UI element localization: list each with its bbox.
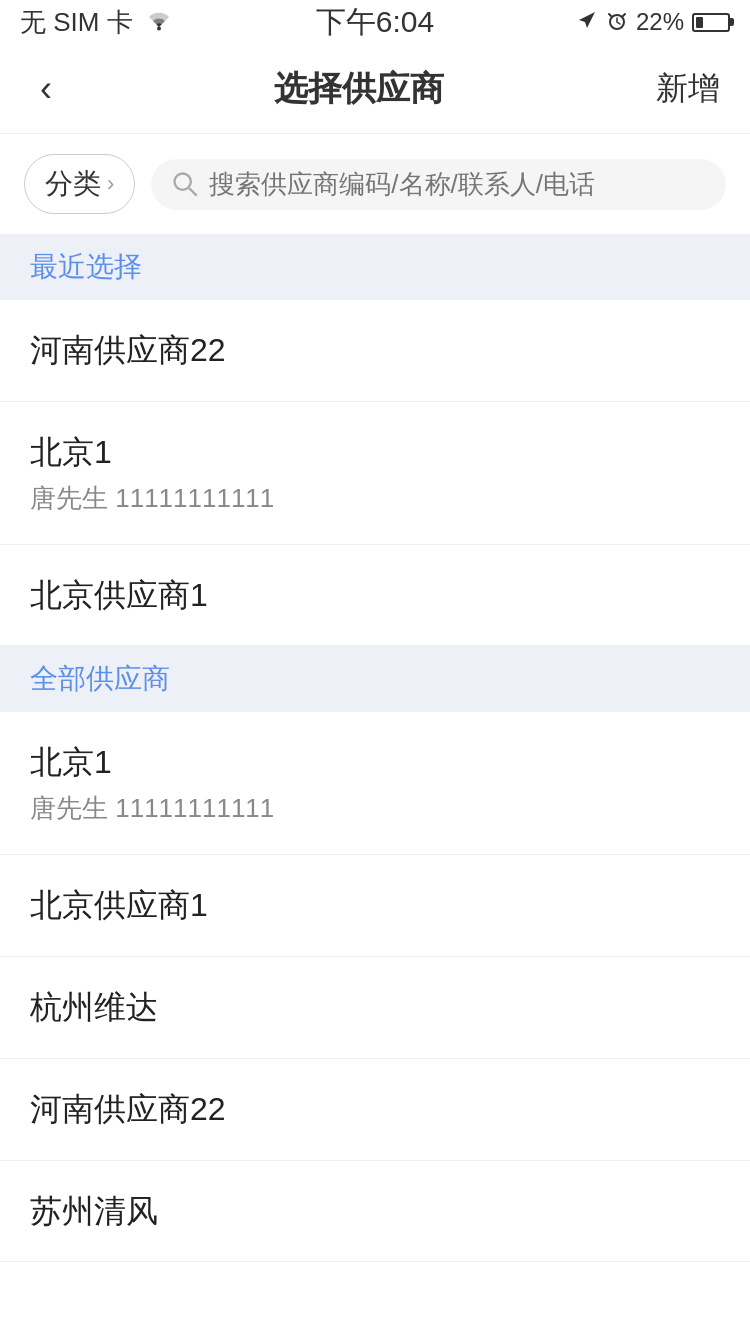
list-item[interactable]: 杭州维达: [0, 957, 750, 1059]
list-item[interactable]: 北京供应商1: [0, 545, 750, 647]
status-left: 无 SIM 卡: [20, 5, 175, 40]
item-name: 北京供应商1: [30, 573, 720, 618]
category-button[interactable]: 分类 ›: [24, 154, 135, 214]
category-label: 分类: [45, 165, 101, 203]
status-bar: 无 SIM 卡 下午6:04 22%: [0, 0, 750, 44]
item-name: 河南供应商22: [30, 1087, 720, 1132]
search-icon: [171, 170, 199, 198]
item-name: 杭州维达: [30, 985, 720, 1030]
add-button[interactable]: 新增: [656, 67, 720, 111]
nav-bar: ‹ 选择供应商 新增: [0, 44, 750, 134]
list-item[interactable]: 苏州清风: [0, 1161, 750, 1263]
list-item[interactable]: 北京供应商1: [0, 855, 750, 957]
chevron-right-icon: ›: [107, 171, 114, 197]
search-box: [151, 159, 726, 210]
status-time: 下午6:04: [316, 2, 434, 43]
list-item[interactable]: 河南供应商22: [0, 1059, 750, 1161]
all-section-label: 全部供应商: [30, 663, 170, 694]
recent-section-label: 最近选择: [30, 251, 142, 282]
svg-point-2: [175, 174, 191, 190]
svg-point-0: [157, 26, 161, 30]
item-name: 苏州清风: [30, 1189, 720, 1234]
item-sub: 唐先生 11111111111: [30, 791, 720, 826]
all-section-header: 全部供应商: [0, 646, 750, 712]
item-name: 北京1: [30, 740, 720, 785]
wifi-icon: [143, 7, 175, 38]
list-item[interactable]: 北京1 唐先生 11111111111: [0, 712, 750, 855]
status-right: 22%: [576, 7, 730, 38]
search-input[interactable]: [209, 169, 706, 200]
recent-section-header: 最近选择: [0, 234, 750, 300]
battery-icon: [692, 13, 730, 32]
item-sub: 唐先生 11111111111: [30, 481, 720, 516]
svg-line-3: [189, 188, 197, 196]
back-button[interactable]: ‹: [30, 58, 62, 120]
list-item[interactable]: 北京1 唐先生 11111111111: [0, 402, 750, 545]
recent-items-list: 河南供应商22 北京1 唐先生 11111111111 北京供应商1: [0, 300, 750, 646]
sim-label: 无 SIM 卡: [20, 5, 133, 40]
item-name: 北京供应商1: [30, 883, 720, 928]
alarm-icon: [606, 7, 628, 38]
list-item[interactable]: 河南供应商22: [0, 300, 750, 402]
page-title: 选择供应商: [274, 66, 444, 112]
location-icon: [576, 7, 598, 38]
item-name: 北京1: [30, 430, 720, 475]
battery-percent: 22%: [636, 8, 684, 36]
all-items-list: 北京1 唐先生 11111111111 北京供应商1 杭州维达河南供应商22 苏州清风: [0, 712, 750, 1262]
filter-bar: 分类 ›: [0, 134, 750, 234]
item-name: 河南供应商22: [30, 328, 720, 373]
